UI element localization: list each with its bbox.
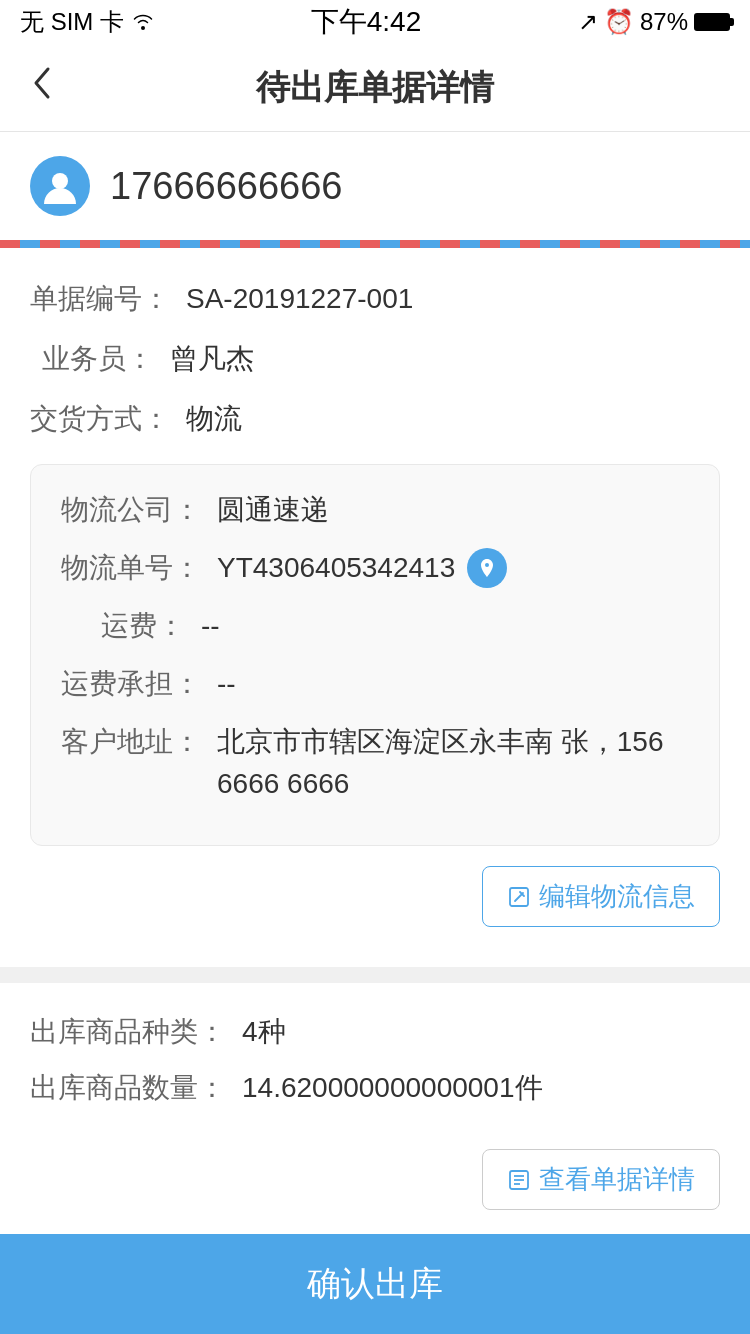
goods-section: 出库商品种类： 4种 出库商品数量： 14.620000000000001件 查…: [0, 983, 750, 1250]
page-title: 待出库单据详情: [256, 65, 494, 111]
status-left: 无 SIM 卡: [20, 6, 154, 38]
tracking-label: 物流单号：: [61, 547, 217, 589]
freight-label: 运费：: [61, 605, 201, 647]
tracking-number: YT43064053424​13: [217, 547, 455, 589]
agent-label: 业务员：: [30, 338, 170, 380]
address-label: 客户地址：: [61, 721, 217, 763]
logistics-company-label: 物流公司：: [61, 489, 217, 531]
order-id-value: SA-20191227-001: [186, 278, 720, 320]
customer-card: 17666666666: [0, 132, 750, 240]
edit-logistics-container: 编辑物流信息: [30, 846, 720, 937]
freight-value: --: [201, 605, 689, 647]
goods-quantity-label: 出库商品数量：: [30, 1069, 242, 1107]
agent-value: 曾凡杰: [170, 338, 720, 380]
location-status-icon: ↗: [578, 8, 598, 36]
freight-bearer-value: --: [217, 663, 689, 705]
address-value: 北京市市辖区海淀区永丰南 张，156 6666 6666: [217, 721, 689, 805]
dashed-divider: [0, 240, 750, 248]
delivery-value: 物流: [186, 398, 720, 440]
track-location-button[interactable]: [467, 548, 507, 588]
view-details-label: 查看单据详情: [539, 1162, 695, 1197]
confirm-button-bar[interactable]: 确认出库: [0, 1234, 750, 1334]
wifi-icon: [132, 8, 154, 36]
confirm-button-label: 确认出库: [307, 1261, 443, 1307]
status-bar: 无 SIM 卡 下午4:42 ↗ ⏰ 87%: [0, 0, 750, 44]
alarm-status-icon: ⏰: [604, 8, 634, 36]
status-right: ↗ ⏰ 87%: [578, 8, 730, 36]
order-info-section: 单据编号： SA-20191227-001 业务员： 曾凡杰 交货方式： 物流 …: [0, 248, 750, 967]
order-id-label: 单据编号：: [30, 278, 186, 320]
goods-quantity-value: 14.620000000000001件: [242, 1069, 543, 1107]
back-button[interactable]: [30, 65, 54, 110]
carrier-label: 无 SIM 卡: [20, 6, 124, 38]
logistics-card: 物流公司： 圆通速递 物流单号： YT43064053424​13 运费： --: [30, 464, 720, 846]
nav-bar: 待出库单据详情: [0, 44, 750, 132]
freight-bearer-label: 运费承担：: [61, 663, 217, 705]
delivery-row: 交货方式： 物流: [30, 398, 720, 440]
section-separator-1: [0, 967, 750, 983]
freight-bearer-row: 运费承担： --: [61, 663, 689, 705]
content-area: 17666666666 单据编号： SA-20191227-001 业务员： 曾…: [0, 132, 750, 1334]
address-row: 客户地址： 北京市市辖区海淀区永丰南 张，156 6666 6666: [61, 721, 689, 805]
delivery-label: 交货方式：: [30, 398, 186, 440]
edit-logistics-button[interactable]: 编辑物流信息: [482, 866, 720, 927]
logistics-company-row: 物流公司： 圆通速递: [61, 489, 689, 531]
battery-percentage: 87%: [640, 8, 688, 36]
goods-types-value: 4种: [242, 1013, 286, 1051]
tracking-value-row: YT43064053424​13: [217, 547, 507, 589]
status-time: 下午4:42: [311, 3, 422, 41]
order-id-row: 单据编号： SA-20191227-001: [30, 278, 720, 320]
view-details-button[interactable]: 查看单据详情: [482, 1149, 720, 1210]
goods-types-row: 出库商品种类： 4种: [30, 1013, 720, 1051]
freight-row: 运费： --: [61, 605, 689, 647]
customer-phone: 17666666666: [110, 165, 342, 208]
goods-types-label: 出库商品种类：: [30, 1013, 242, 1051]
logistics-company-value: 圆通速递: [217, 489, 689, 531]
goods-quantity-row: 出库商品数量： 14.620000000000001件: [30, 1069, 720, 1107]
edit-logistics-label: 编辑物流信息: [539, 879, 695, 914]
view-details-container: 查看单据详情: [30, 1125, 720, 1220]
agent-row: 业务员： 曾凡杰: [30, 338, 720, 380]
tracking-row: 物流单号： YT43064053424​13: [61, 547, 689, 589]
svg-point-0: [52, 173, 68, 189]
avatar: [30, 156, 90, 216]
battery-icon: [694, 13, 730, 31]
